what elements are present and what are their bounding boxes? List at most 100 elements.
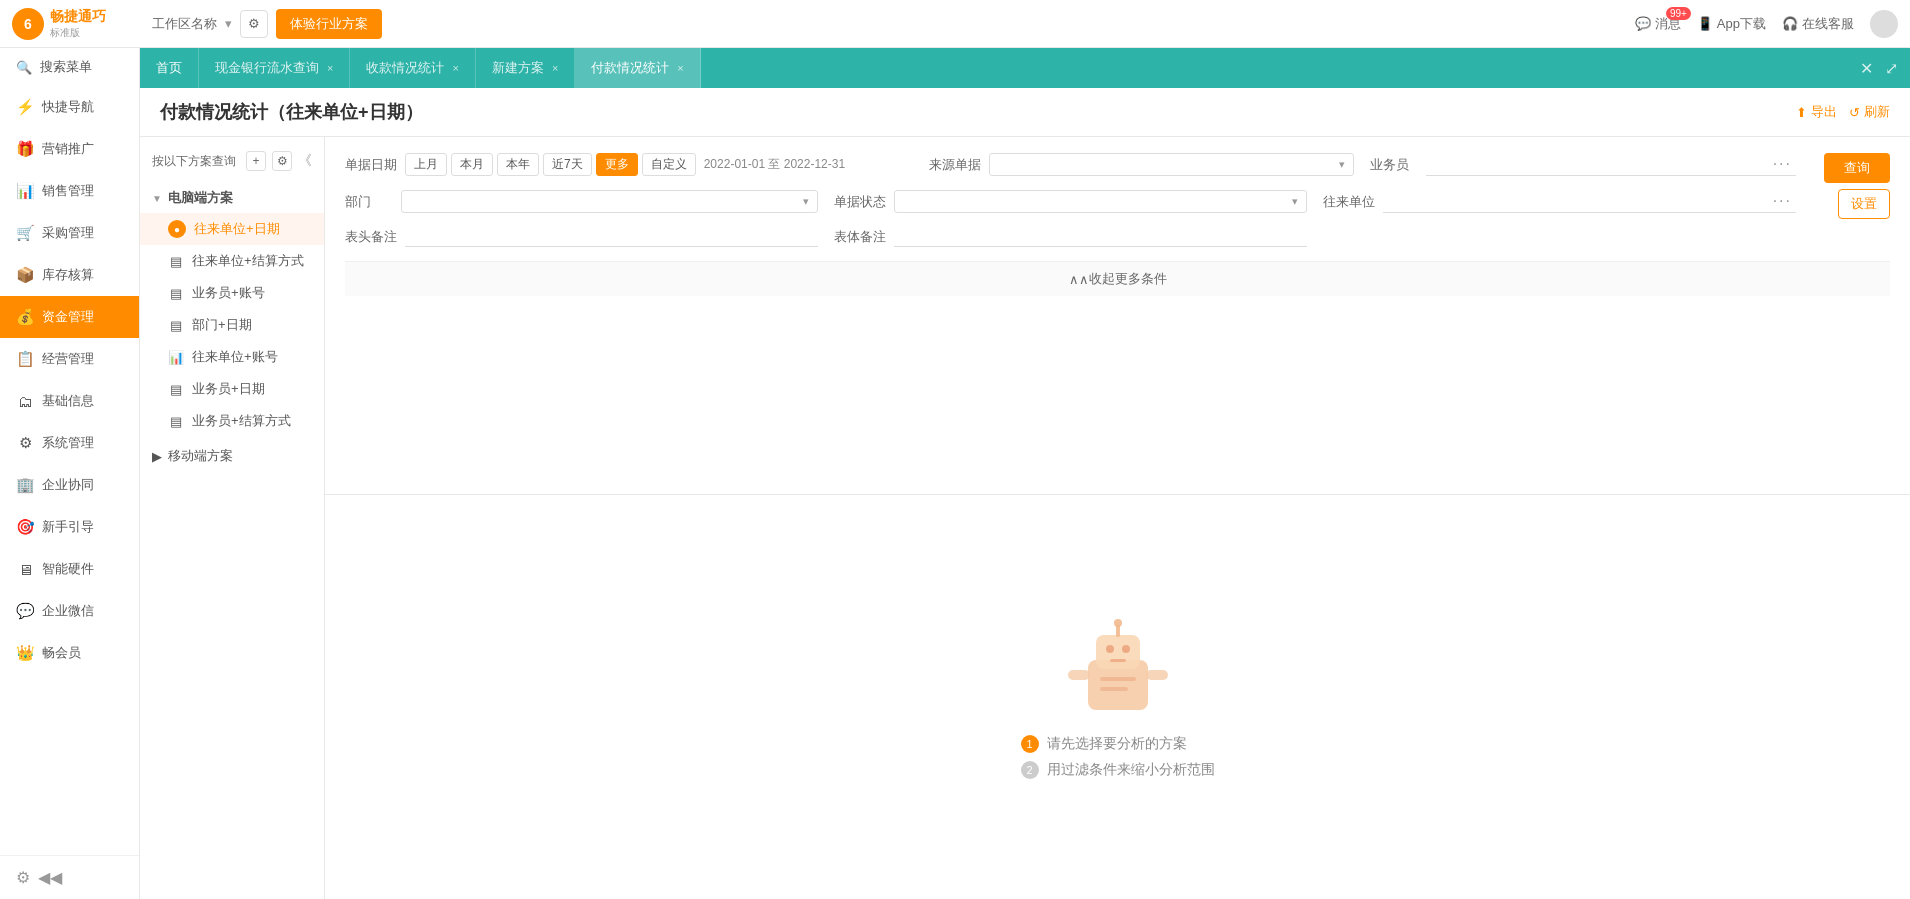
query-button[interactable]: 查询 (1824, 153, 1890, 183)
sidebar-label-search-menu: 搜索菜单 (40, 58, 92, 76)
tab-receipt-stat-close[interactable]: × (452, 62, 458, 74)
scheme-item-salesperson-settle[interactable]: ▤ 业务员+结算方式 (140, 405, 324, 437)
sidebar-label-inventory: 库存核算 (42, 266, 94, 284)
sidebar: 🔍 搜索菜单 ⚡ 快捷导航 🎁 营销推广 📊 销售管理 🛒 采购管理 📦 库存核… (0, 48, 140, 899)
scheme-group-mobile-title[interactable]: ▶ 移动端方案 (152, 447, 312, 465)
tab-home[interactable]: 首页 (140, 48, 199, 88)
step-1-text: 请先选择要分析的方案 (1047, 735, 1187, 753)
scheme-item-salesperson-account[interactable]: ▤ 业务员+账号 (140, 277, 324, 309)
date-btn-this-year[interactable]: 本年 (497, 153, 539, 176)
source-select-arrow: ▾ (1339, 158, 1345, 171)
scheme-item-dept-date[interactable]: ▤ 部门+日期 (140, 309, 324, 341)
header-note-input[interactable] (405, 227, 818, 247)
sidebar-bottom: ⚙ ◀◀ (0, 855, 139, 899)
sidebar-item-sales[interactable]: 📊 销售管理 (0, 170, 139, 212)
dept-select[interactable]: ▾ (401, 190, 818, 213)
message-button[interactable]: 💬 消息 99+ (1635, 15, 1681, 33)
sidebar-item-marketing[interactable]: 🎁 营销推广 (0, 128, 139, 170)
partner-dots-button[interactable]: ··· (1773, 192, 1792, 210)
sidebar-item-wechat[interactable]: 💬 企业微信 (0, 590, 139, 632)
sidebar-label-operation: 经营管理 (42, 350, 94, 368)
maximize-tab-button[interactable]: ⤢ (1881, 55, 1902, 82)
scheme-item-partner-date[interactable]: ● 往来单位+日期 (140, 213, 324, 245)
date-btn-this-month[interactable]: 本月 (451, 153, 493, 176)
scheme-item-partner-account-label: 往来单位+账号 (192, 348, 278, 366)
source-select[interactable]: ▾ (989, 153, 1355, 176)
tab-bank-flow-close[interactable]: × (327, 62, 333, 74)
scheme-item-salesperson-date[interactable]: ▤ 业务员+日期 (140, 373, 324, 405)
tab-new-scheme-label: 新建方案 (492, 59, 544, 77)
date-btn-more[interactable]: 更多 (596, 153, 638, 176)
tab-receipt-stat[interactable]: 收款情况统计 × (350, 48, 475, 88)
sidebar-item-operation[interactable]: 📋 经营管理 (0, 338, 139, 380)
collapse-more-button[interactable]: ∧∧ 收起更多条件 (345, 261, 1890, 296)
doc-status-filter-label: 单据状态 (834, 193, 886, 211)
settings-gear-button[interactable]: ⚙ (240, 10, 268, 38)
tab-new-scheme[interactable]: 新建方案 × (476, 48, 575, 88)
sidebar-item-quick-nav[interactable]: ⚡ 快捷导航 (0, 86, 139, 128)
date-btn-custom[interactable]: 自定义 (642, 153, 696, 176)
scheme-group-desktop-title[interactable]: ▼ 电脑端方案 (140, 183, 324, 213)
filter-settings-button[interactable]: 设置 (1838, 189, 1890, 219)
scheme-item-partner-settle[interactable]: ▤ 往来单位+结算方式 (140, 245, 324, 277)
search-icon: 🔍 (16, 60, 32, 75)
salesperson-filter-label: 业务员 (1370, 156, 1418, 174)
tab-payment-stat-close[interactable]: × (677, 62, 683, 74)
collapse-panel-button[interactable]: 《 (298, 152, 312, 170)
collapse-sidebar-icon[interactable]: ◀◀ (38, 868, 62, 887)
sidebar-label-marketing: 营销推广 (42, 140, 94, 158)
svg-point-6 (1114, 619, 1122, 627)
online-service-button[interactable]: 🎧 在线客服 (1782, 15, 1854, 33)
filter-item-body-note: 表体备注 (834, 227, 1307, 247)
sidebar-item-enterprise[interactable]: 🏢 企业协同 (0, 464, 139, 506)
manage-scheme-button[interactable]: ⚙ (272, 151, 292, 171)
main-content: 按以下方案查询 + ⚙ 《 ▼ 电脑端方案 ● 往来单位+日期 (140, 137, 1910, 899)
salesperson-dots-button[interactable]: ··· (1773, 155, 1792, 173)
refresh-button[interactable]: ↺ 刷新 (1849, 103, 1890, 121)
settings-bottom-icon[interactable]: ⚙ (16, 868, 30, 887)
scheme-panel: 按以下方案查询 + ⚙ 《 ▼ 电脑端方案 ● 往来单位+日期 (140, 137, 325, 899)
mobile-group-label: 移动端方案 (168, 447, 233, 465)
svg-rect-7 (1068, 670, 1090, 680)
user-avatar[interactable] (1870, 10, 1898, 38)
sidebar-item-search-menu[interactable]: 🔍 搜索菜单 (0, 48, 139, 86)
body-note-input[interactable] (894, 227, 1307, 247)
page-actions: ⬆ 导出 ↺ 刷新 (1796, 103, 1890, 121)
sales-icon: 📊 (16, 182, 34, 200)
doc-status-select[interactable]: ▾ (894, 190, 1307, 213)
tab-bank-flow[interactable]: 现金银行流水查询 × (199, 48, 350, 88)
refresh-icon: ↺ (1849, 105, 1860, 120)
sidebar-item-purchase[interactable]: 🛒 采购管理 (0, 212, 139, 254)
export-button[interactable]: ⬆ 导出 (1796, 103, 1837, 121)
app-download-button[interactable]: 📱 App下载 (1697, 15, 1766, 33)
svg-rect-8 (1146, 670, 1168, 680)
sidebar-item-guide[interactable]: 🎯 新手引导 (0, 506, 139, 548)
date-btn-7days[interactable]: 近7天 (543, 153, 592, 176)
workspace-name: 工作区名称 (152, 15, 217, 33)
sidebar-item-member[interactable]: 👑 畅会员 (0, 632, 139, 674)
sidebar-item-inventory[interactable]: 📦 库存核算 (0, 254, 139, 296)
filter-item-dept: 部门 ▾ (345, 190, 818, 213)
tab-new-scheme-close[interactable]: × (552, 62, 558, 74)
inventory-icon: 📦 (16, 266, 34, 284)
quick-nav-icon: ⚡ (16, 98, 34, 116)
sidebar-item-hardware[interactable]: 🖥 智能硬件 (0, 548, 139, 590)
filter-action-buttons: 查询 设置 (1812, 153, 1890, 261)
collapse-label: 收起更多条件 (1089, 270, 1167, 288)
workspace-dropdown-icon[interactable]: ▾ (225, 16, 232, 31)
scheme-item-partner-account[interactable]: 📊 往来单位+账号 (140, 341, 324, 373)
empty-state: 1 请先选择要分析的方案 2 用过滤条件来缩小分析范围 (325, 495, 1910, 900)
industry-scheme-button[interactable]: 体验行业方案 (276, 9, 382, 39)
date-btn-last-month[interactable]: 上月 (405, 153, 447, 176)
sidebar-label-system: 系统管理 (42, 434, 94, 452)
sidebar-item-basic[interactable]: 🗂 基础信息 (0, 380, 139, 422)
add-scheme-button[interactable]: + (246, 151, 266, 171)
sidebar-item-fund[interactable]: 💰 资金管理 (0, 296, 139, 338)
tab-payment-stat[interactable]: 付款情况统计 × (575, 48, 700, 88)
close-all-tabs-button[interactable]: ✕ (1856, 55, 1877, 82)
date-filter-label: 单据日期 (345, 156, 397, 174)
filter-item-date: 单据日期 上月 本月 本年 近7天 更多 自定义 2022-01-01 至 20… (345, 153, 913, 176)
sidebar-item-system[interactable]: ⚙ 系统管理 (0, 422, 139, 464)
partner-filter-label: 往来单位 (1323, 193, 1375, 211)
operation-icon: 📋 (16, 350, 34, 368)
